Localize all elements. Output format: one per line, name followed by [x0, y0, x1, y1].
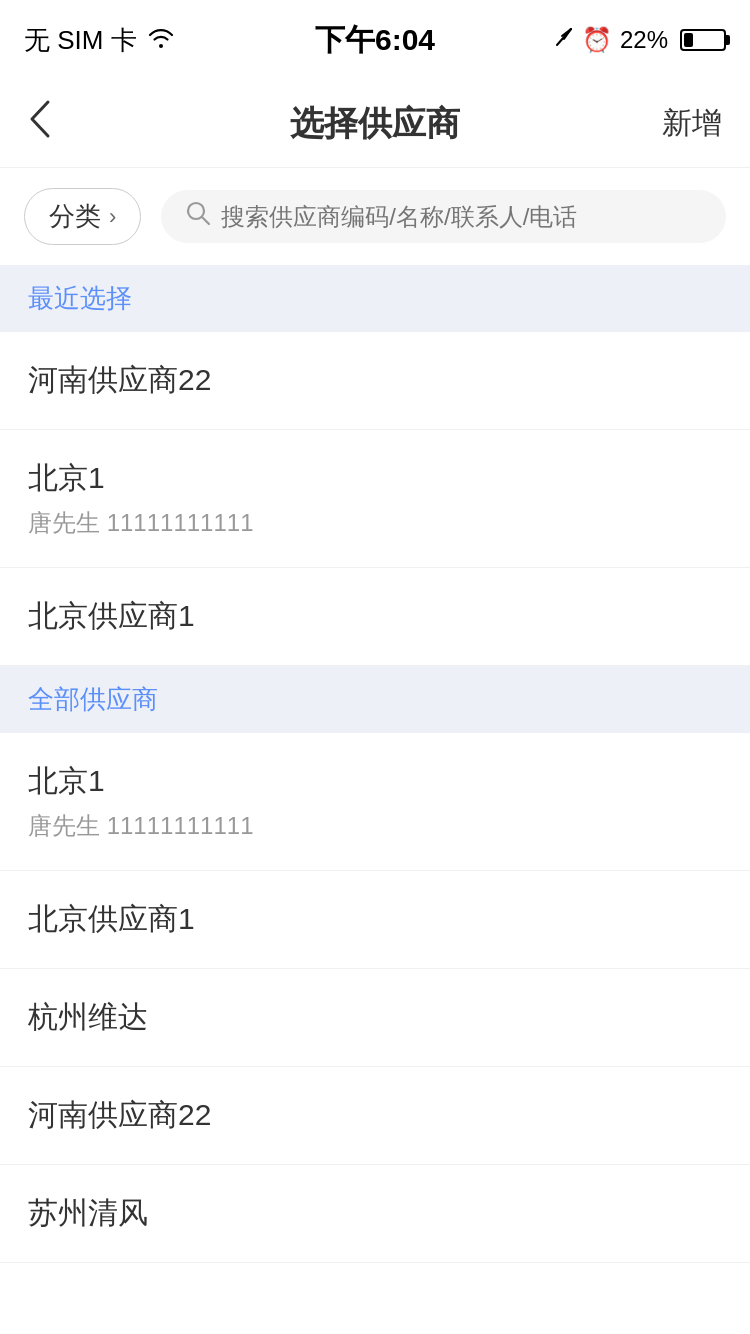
item-name: 河南供应商22 [28, 360, 722, 401]
filter-bar: 分类 › [0, 168, 750, 265]
section-header-all: 全部供应商 [0, 666, 750, 733]
page-title: 选择供应商 [290, 101, 460, 147]
list-item[interactable]: 河南供应商22 [0, 332, 750, 430]
chevron-right-icon: › [109, 204, 116, 230]
battery-icon [680, 29, 726, 51]
item-name: 北京1 [28, 761, 722, 802]
list-content: 最近选择河南供应商22 北京1 唐先生 11111111111 北京供应商1 全部供应商… [0, 265, 750, 1263]
item-name: 河南供应商22 [28, 1095, 722, 1136]
category-filter-button[interactable]: 分类 › [24, 188, 141, 245]
status-time: 下午6:04 [315, 20, 435, 61]
nav-bar: 选择供应商 新增 [0, 80, 750, 168]
sim-label: 无 SIM 卡 [24, 23, 137, 58]
location-icon [554, 26, 574, 54]
item-sub: 唐先生 11111111111 [28, 810, 722, 842]
item-name: 北京1 [28, 458, 722, 499]
item-name: 杭州维达 [28, 997, 722, 1038]
add-button[interactable]: 新增 [642, 103, 722, 144]
list-item[interactable]: 河南供应商22 [0, 1067, 750, 1165]
list-item[interactable]: 北京1 唐先生 11111111111 [0, 733, 750, 871]
list-item[interactable]: 北京1 唐先生 11111111111 [0, 430, 750, 568]
item-sub: 唐先生 11111111111 [28, 507, 722, 539]
status-bar: 无 SIM 卡 下午6:04 ⏰ 22% [0, 0, 750, 80]
item-name: 苏州清风 [28, 1193, 722, 1234]
section-header-recent: 最近选择 [0, 265, 750, 332]
wifi-icon [147, 25, 175, 56]
search-box [161, 190, 726, 243]
category-label: 分类 [49, 199, 101, 234]
search-icon [185, 200, 211, 233]
status-right: ⏰ 22% [554, 26, 726, 54]
alarm-icon: ⏰ [582, 26, 612, 54]
item-name: 北京供应商1 [28, 899, 722, 940]
item-name: 北京供应商1 [28, 596, 722, 637]
search-input[interactable] [221, 203, 702, 231]
list-item[interactable]: 北京供应商1 [0, 568, 750, 666]
battery-percent: 22% [620, 26, 668, 54]
list-item[interactable]: 杭州维达 [0, 969, 750, 1067]
list-item[interactable]: 苏州清风 [0, 1165, 750, 1263]
status-left: 无 SIM 卡 [24, 23, 175, 58]
back-button[interactable] [28, 98, 108, 149]
list-item[interactable]: 北京供应商1 [0, 871, 750, 969]
